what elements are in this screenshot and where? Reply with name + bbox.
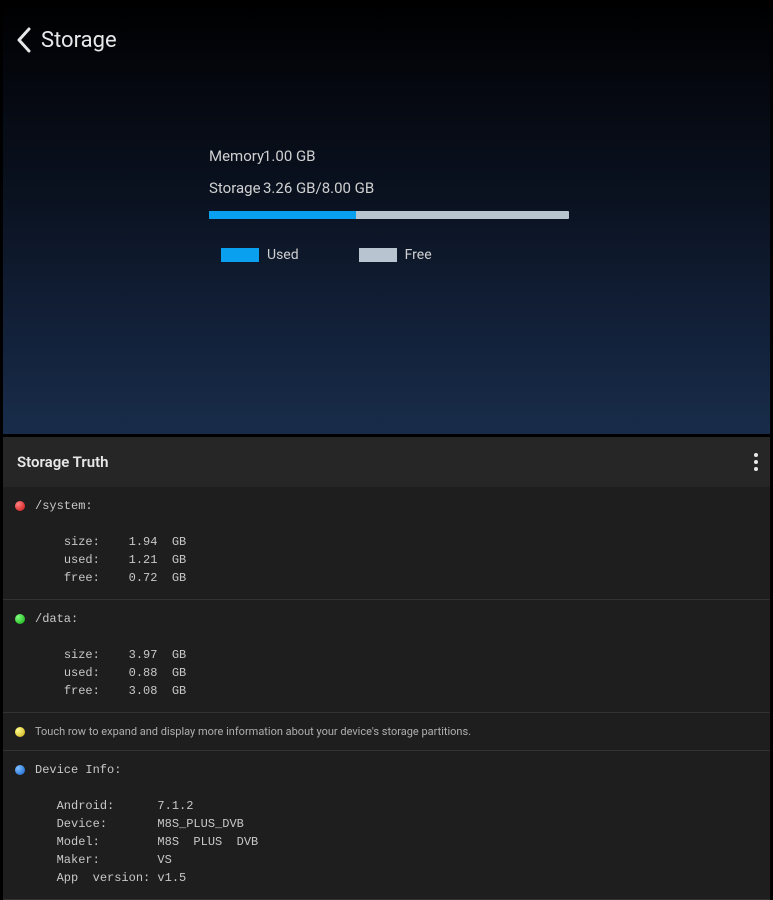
hint-text: Touch row to expand and display more inf… bbox=[35, 725, 471, 738]
storage-settings-panel: Storage Memory 1.00 GB Storage 3.26 GB/8… bbox=[3, 3, 770, 434]
legend-free: Free bbox=[359, 247, 432, 263]
storage-row: Storage 3.26 GB/8.00 GB bbox=[209, 179, 770, 197]
memory-row: Memory 1.00 GB bbox=[209, 147, 770, 165]
back-icon[interactable] bbox=[15, 27, 33, 53]
legend: Used Free bbox=[221, 247, 770, 263]
dot-green-icon bbox=[15, 614, 25, 624]
partition-row-system[interactable]: /system: size: 1.94 GB used: 1.21 GB fre… bbox=[3, 487, 770, 600]
free-swatch-icon bbox=[359, 248, 397, 262]
header: Storage bbox=[3, 3, 770, 77]
dot-red-icon bbox=[15, 501, 25, 511]
system-text: /system: size: 1.94 GB used: 1.21 GB fre… bbox=[35, 497, 186, 587]
app-header: Storage Truth bbox=[3, 437, 770, 487]
memory-label: Memory bbox=[209, 147, 263, 165]
storage-truth-panel: Storage Truth /system: size: 1.94 GB use… bbox=[3, 437, 770, 900]
storage-value: 3.26 GB/8.00 GB bbox=[263, 179, 374, 197]
device-info-text: Device Info: Android: 7.1.2 Device: M8S_… bbox=[35, 761, 258, 887]
partition-row-data[interactable]: /data: size: 3.97 GB used: 0.88 GB free:… bbox=[3, 600, 770, 713]
dot-blue-icon bbox=[15, 765, 25, 775]
dot-yellow-icon bbox=[15, 727, 25, 737]
data-text: /data: size: 3.97 GB used: 0.88 GB free:… bbox=[35, 610, 186, 700]
overflow-menu-icon[interactable] bbox=[752, 451, 756, 473]
storage-progress-fill bbox=[209, 211, 356, 219]
device-info-row[interactable]: Device Info: Android: 7.1.2 Device: M8S_… bbox=[3, 751, 770, 900]
page-title: Storage bbox=[41, 28, 117, 53]
legend-used: Used bbox=[221, 247, 299, 263]
memory-value: 1.00 GB bbox=[263, 147, 316, 165]
legend-free-label: Free bbox=[405, 247, 432, 263]
app-title: Storage Truth bbox=[17, 453, 109, 471]
storage-progress bbox=[209, 211, 569, 219]
legend-used-label: Used bbox=[267, 247, 299, 263]
storage-info: Memory 1.00 GB Storage 3.26 GB/8.00 GB U… bbox=[209, 147, 770, 263]
storage-label: Storage bbox=[209, 179, 263, 197]
used-swatch-icon bbox=[221, 248, 259, 262]
hint-row[interactable]: Touch row to expand and display more inf… bbox=[3, 713, 770, 751]
